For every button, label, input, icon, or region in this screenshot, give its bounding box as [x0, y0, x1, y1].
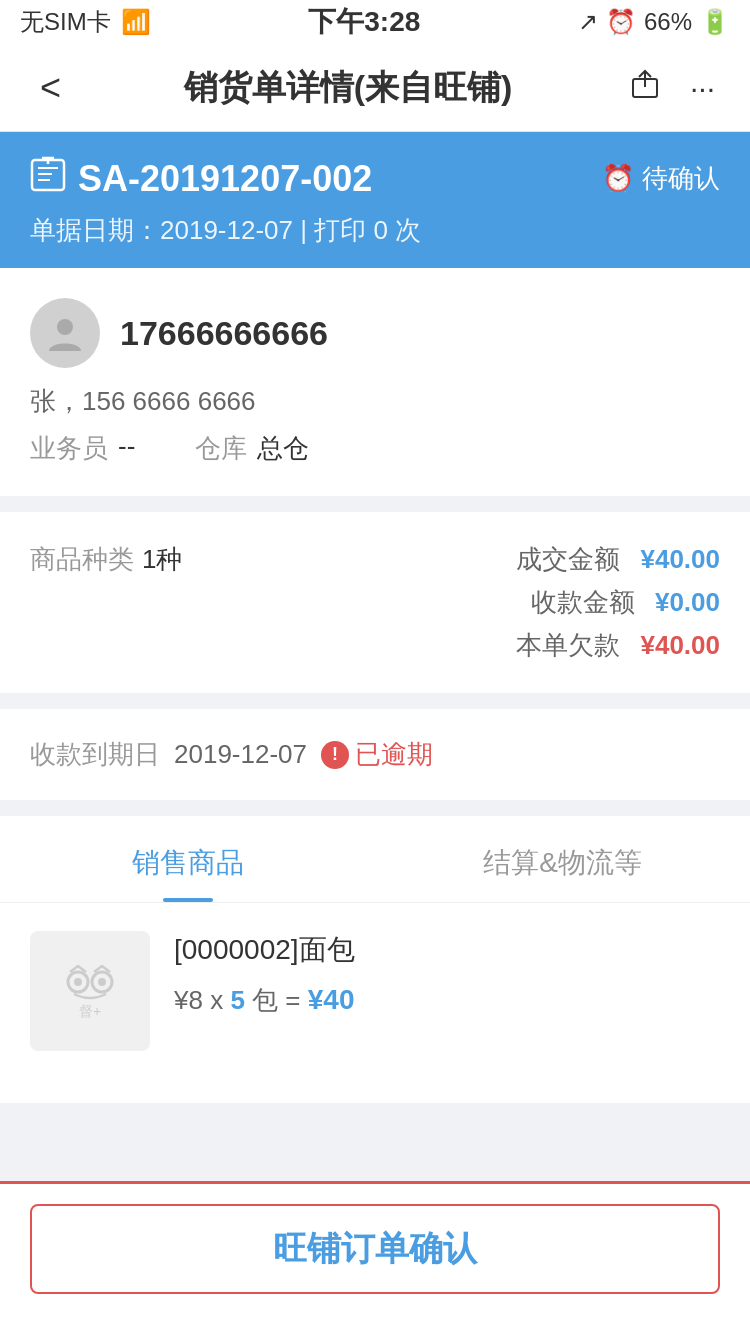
balance-due-value: ¥40.00 [640, 630, 720, 661]
product-info: [0000002]面包 ¥8 x 5 包 = ¥40 [174, 931, 720, 1018]
tab-products[interactable]: 销售商品 [0, 816, 375, 902]
summary-left: 商品种类 1种 [30, 542, 182, 577]
avatar [30, 298, 100, 368]
kinds-value: 1种 [142, 542, 182, 577]
order-status: ⏰ 待确认 [602, 161, 720, 196]
quantity-value: 5 [230, 985, 244, 1015]
due-date-section: 收款到期日 2019-12-07 ! 已逾期 [0, 709, 750, 800]
status-bar: 无SIM卡 📶 下午3:28 ↗ ⏰ 66% 🔋 [0, 0, 750, 44]
order-header-banner: SA-20191207-002 ⏰ 待确认 单据日期：2019-12-07 | … [0, 132, 750, 268]
status-clock-icon: ⏰ [602, 163, 634, 194]
order-separator: | [300, 215, 314, 245]
svg-text:督+: 督+ [79, 1003, 101, 1019]
more-button[interactable]: ··· [685, 66, 720, 110]
tab-settlement-label: 结算&物流等 [483, 847, 642, 878]
total-value: ¥40 [308, 984, 355, 1015]
page-title: 销货单详情(来自旺铺) [71, 65, 625, 111]
svg-point-9 [74, 978, 82, 986]
order-icon [30, 156, 66, 201]
balance-due-row: 本单欠款 ¥40.00 [516, 628, 720, 663]
back-button[interactable]: < [30, 57, 71, 119]
nav-actions: ··· [625, 64, 720, 111]
confirm-button-wrap: 旺铺订单确认 [0, 1181, 750, 1334]
location-icon: ↗ [578, 8, 598, 36]
customer-meta: 业务员 -- 仓库 总仓 [30, 431, 720, 466]
transaction-amount-label: 成交金额 [516, 542, 620, 577]
overdue-text: 已逾期 [355, 737, 433, 772]
payment-amount-row: 收款金额 ¥0.00 [531, 585, 720, 620]
price-value: ¥8 [174, 985, 203, 1015]
sales-rep-value: -- [118, 431, 135, 466]
share-button[interactable] [625, 64, 665, 111]
unit-value: 包 [252, 985, 278, 1015]
customer-name-phone: 张，156 6666 6666 [30, 384, 720, 419]
order-date: 单据日期：2019-12-07 [30, 215, 293, 245]
nav-bar: < 销货单详情(来自旺铺) ··· [0, 44, 750, 132]
warehouse-item: 仓库 总仓 [195, 431, 309, 466]
svg-point-6 [57, 319, 73, 335]
warehouse-label: 仓库 [195, 431, 247, 466]
svg-point-10 [98, 978, 106, 986]
equals-sign: = [285, 985, 307, 1015]
balance-due-label: 本单欠款 [516, 628, 620, 663]
wifi-icon: 📶 [121, 8, 151, 36]
kinds-label: 商品种类 [30, 542, 134, 577]
warehouse-value: 总仓 [257, 431, 309, 466]
battery-label: 66% [644, 8, 692, 36]
status-time: 下午3:28 [308, 3, 420, 41]
product-kinds: 商品种类 1种 [30, 542, 182, 577]
tabs: 销售商品 结算&物流等 [0, 816, 750, 903]
status-bar-right: ↗ ⏰ 66% 🔋 [578, 8, 730, 36]
order-id: SA-20191207-002 [30, 156, 372, 201]
due-date-label: 收款到期日 [30, 737, 160, 772]
transaction-amount-row: 成交金额 ¥40.00 [516, 542, 720, 577]
confirm-order-button[interactable]: 旺铺订单确认 [30, 1204, 720, 1294]
summary-section: 商品种类 1种 成交金额 ¥40.00 收款金额 ¥0.00 本单欠款 ¥40.… [0, 512, 750, 693]
customer-section: 17666666666 张，156 6666 6666 业务员 -- 仓库 总仓 [0, 268, 750, 496]
product-price-detail: ¥8 x 5 包 = ¥40 [174, 983, 720, 1018]
alarm-icon: ⏰ [606, 8, 636, 36]
header-top-row: SA-20191207-002 ⏰ 待确认 [30, 156, 720, 201]
carrier-label: 无SIM卡 [20, 6, 111, 38]
sales-rep-item: 业务员 -- [30, 431, 135, 466]
summary-right: 成交金额 ¥40.00 收款金额 ¥0.00 本单欠款 ¥40.00 [516, 542, 720, 663]
product-thumb-logo: 督+ [50, 946, 130, 1036]
due-date-value: 2019-12-07 [174, 739, 307, 770]
order-date-info: 单据日期：2019-12-07 | 打印 0 次 [30, 213, 720, 248]
transaction-amount-value: ¥40.00 [640, 544, 720, 575]
overdue-icon: ! [321, 741, 349, 769]
status-bar-left: 无SIM卡 📶 [20, 6, 151, 38]
payment-amount-label: 收款金额 [531, 585, 635, 620]
order-id-text: SA-20191207-002 [78, 158, 372, 200]
product-name: [0000002]面包 [174, 931, 720, 969]
status-text: 待确认 [642, 161, 720, 196]
tab-products-label: 销售商品 [132, 847, 244, 878]
tab-settlement[interactable]: 结算&物流等 [375, 816, 750, 902]
sales-rep-label: 业务员 [30, 431, 108, 466]
price-separator: x [210, 985, 230, 1015]
product-item: 督+ [0000002]面包 ¥8 x 5 包 = ¥40 [30, 931, 720, 1051]
customer-top: 17666666666 [30, 298, 720, 368]
customer-phone: 17666666666 [120, 314, 328, 353]
payment-amount-value: ¥0.00 [655, 587, 720, 618]
product-thumbnail: 督+ [30, 931, 150, 1051]
overdue-badge: ! 已逾期 [321, 737, 433, 772]
order-print-count: 打印 0 次 [314, 215, 421, 245]
battery-icon: 🔋 [700, 8, 730, 36]
product-section: 督+ [0000002]面包 ¥8 x 5 包 = ¥40 [0, 903, 750, 1103]
